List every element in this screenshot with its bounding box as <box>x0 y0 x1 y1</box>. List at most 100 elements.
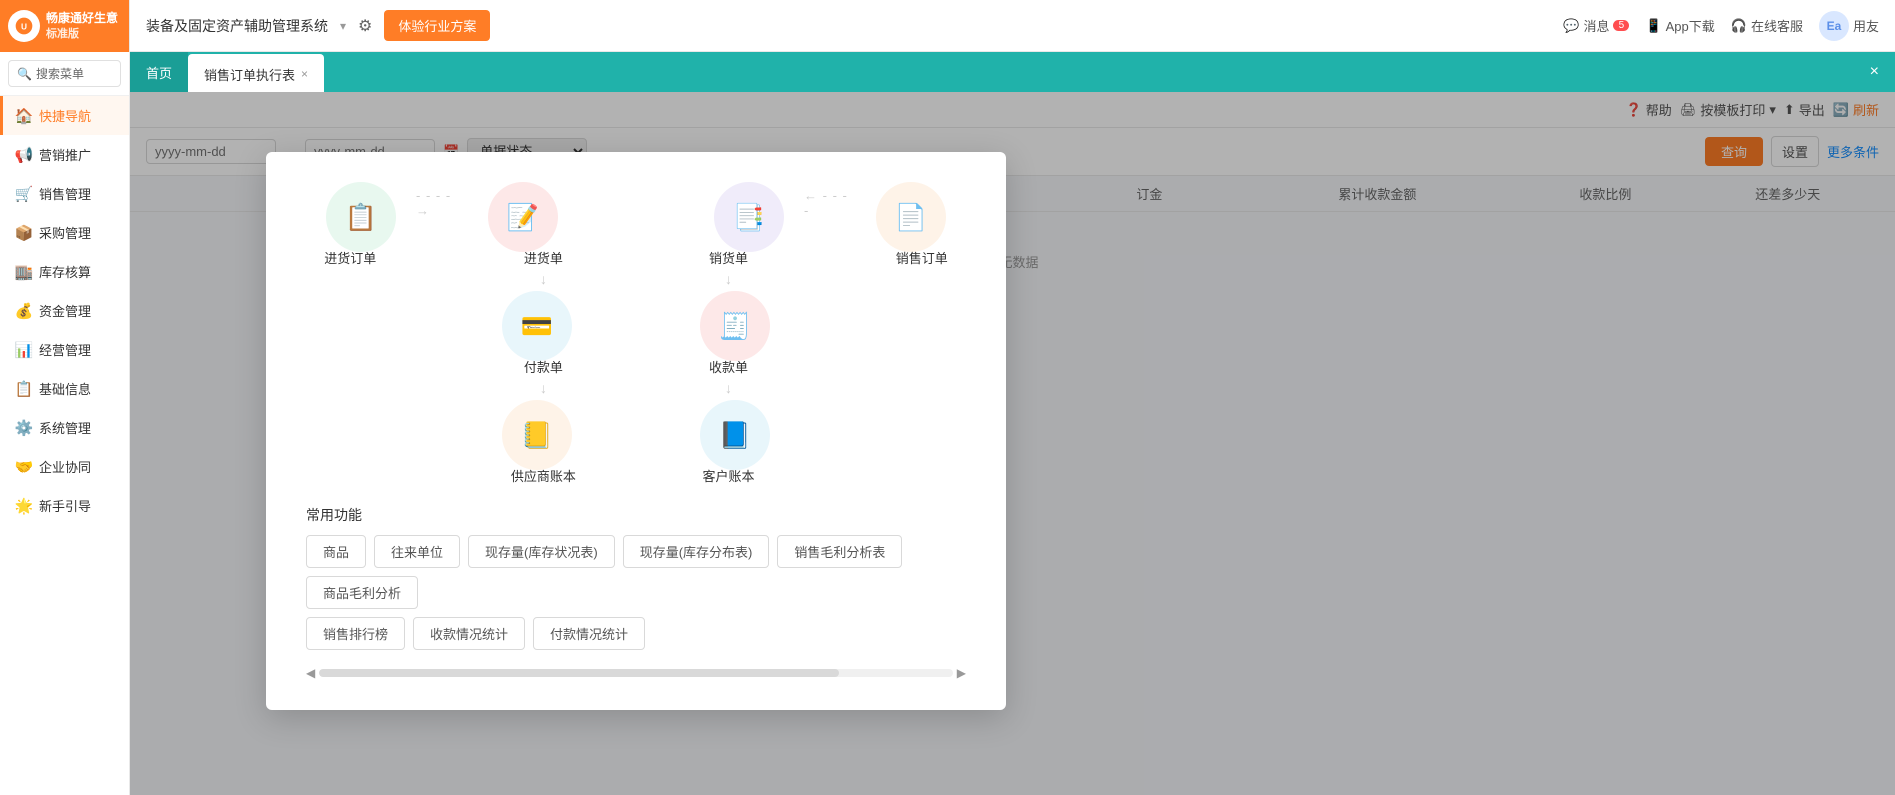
tab-home[interactable]: 首页 <box>130 52 188 92</box>
topbar-right: 💬 消息 5 📱 App下载 🎧 在线客服 Ea 用友 <box>1563 11 1879 41</box>
scroll-left-btn[interactable]: ◀ <box>306 666 315 680</box>
trial-btn[interactable]: 体验行业方案 <box>384 10 490 41</box>
payment-bill-circle: 💳 <box>502 291 572 361</box>
tab-close-icon[interactable]: × <box>301 67 308 81</box>
flow-node-sales-bill[interactable]: 📑 <box>714 182 784 252</box>
sidebar-item-marketing[interactable]: 📢 营销推广 <box>0 135 129 174</box>
download-icon: 📱 <box>1645 18 1661 34</box>
sidebar-item-purchase[interactable]: 📦 采购管理 <box>0 213 129 252</box>
sales-icon: 🛒 <box>15 185 33 203</box>
sidebar-item-system[interactable]: ⚙️ 系统管理 <box>0 408 129 447</box>
sidebar-item-finance[interactable]: 💰 资金管理 <box>0 291 129 330</box>
flow-modal: 📋 - - - - → 📝 <box>266 152 1006 710</box>
collab-icon: 🤝 <box>15 458 33 476</box>
arrow-sales-order-to-bill: ← - - - - <box>804 188 856 218</box>
label-payment-bill: 付款单 <box>499 357 588 376</box>
purchase-icon: 📦 <box>15 224 33 242</box>
content-area: ❓ 帮助 🖨 按模板打印 ▾ ⬆ 导出 🔄 刷新 <box>130 92 1895 795</box>
label-customer-ledger: 客户账本 <box>684 466 773 485</box>
flow-node-sales-order[interactable]: 📄 <box>876 182 946 252</box>
marketing-icon: 📢 <box>15 146 33 164</box>
common-btn-product[interactable]: 商品 <box>306 535 366 568</box>
scrollbar-track[interactable] <box>319 669 953 677</box>
common-btn-sales-ranking[interactable]: 销售排行榜 <box>306 617 405 650</box>
flow-node-receipt-bill[interactable]: 🧾 <box>700 291 770 361</box>
finance-icon: 💰 <box>15 302 33 320</box>
operations-icon: 📊 <box>15 341 33 359</box>
search-icon: 🔍 <box>17 67 32 81</box>
customer-ledger-circle: 📘 <box>700 400 770 470</box>
topbar-title: 装备及固定资产辅助管理系统 <box>146 16 328 36</box>
search-menu-button[interactable]: 🔍 搜索菜单 <box>8 60 121 87</box>
common-btn-product-margin[interactable]: 商品毛利分析 <box>306 576 418 609</box>
common-functions-title: 常用功能 <box>306 505 966 525</box>
flow-node-customer-ledger[interactable]: 📘 <box>700 400 770 470</box>
common-btn-stock-dist[interactable]: 现存量(库存分布表) <box>623 535 770 568</box>
purchase-order-circle: 📋 <box>326 182 396 252</box>
arrow-down-payment: ↓ <box>499 380 588 396</box>
online-service-btn[interactable]: 🎧 在线客服 <box>1731 16 1803 35</box>
topbar-settings-icon[interactable]: ⚙ <box>358 16 372 36</box>
sidebar-item-quick-nav[interactable]: 🏠 快捷导航 <box>0 96 129 135</box>
message-badge: 5 <box>1613 20 1629 31</box>
message-icon: 💬 <box>1563 18 1579 34</box>
sidebar: U 畅康通好生意 标准版 🔍 搜索菜单 🏠 快捷导航 📢 营销推广 <box>0 0 130 795</box>
logo-text: 畅康通好生意 标准版 <box>46 11 118 41</box>
label-receipt-bill: 收款单 <box>684 357 773 376</box>
sidebar-item-sales[interactable]: 🛒 销售管理 <box>0 174 129 213</box>
arrow-down-sales-bill: ↓ <box>684 271 773 287</box>
label-sales-bill: 销货单 <box>684 248 773 267</box>
inventory-icon: 🏬 <box>15 263 33 281</box>
sidebar-item-basic-info[interactable]: 📋 基础信息 <box>0 369 129 408</box>
common-btn-stock-status[interactable]: 现存量(库存状况表) <box>468 535 615 568</box>
main-area: 装备及固定资产辅助管理系统 ▾ ⚙ 体验行业方案 💬 消息 5 📱 App下载 … <box>130 0 1895 795</box>
sidebar-logo: U 畅康通好生意 标准版 <box>0 0 129 52</box>
common-buttons-row1: 商品 往来单位 现存量(库存状况表) 现存量(库存分布表) 销售毛利分析表 商品… <box>306 535 966 609</box>
common-btn-receipt-stats[interactable]: 收款情况统计 <box>413 617 525 650</box>
modal-overlay[interactable]: 📋 - - - - → 📝 <box>130 92 1895 795</box>
scroll-right-btn[interactable]: ▶ <box>957 666 966 680</box>
common-btn-sales-margin[interactable]: 销售毛利分析表 <box>777 535 902 568</box>
sidebar-item-collab[interactable]: 🤝 企业协同 <box>0 447 129 486</box>
sidebar-item-inventory[interactable]: 🏬 库存核算 <box>0 252 129 291</box>
svg-text:U: U <box>21 21 27 31</box>
sidebar-search-section: 🔍 搜索菜单 <box>0 52 129 96</box>
purchase-bill-circle: 📝 <box>488 182 558 252</box>
common-btn-partner[interactable]: 往来单位 <box>374 535 460 568</box>
system-icon: ⚙️ <box>15 419 33 437</box>
receipt-bill-circle: 🧾 <box>700 291 770 361</box>
tab-sales-order-exec[interactable]: 销售订单执行表 × <box>188 54 324 94</box>
user-menu[interactable]: Ea 用友 <box>1819 11 1879 41</box>
sales-order-circle: 📄 <box>876 182 946 252</box>
modal-body: 📋 - - - - → 📝 <box>266 152 1006 710</box>
common-btn-payment-stats[interactable]: 付款情况统计 <box>533 617 645 650</box>
flow-node-purchase-bill[interactable]: 📝 <box>488 182 558 252</box>
tabbar-close-btn[interactable]: × <box>1854 63 1895 81</box>
message-btn[interactable]: 💬 消息 5 <box>1563 16 1629 35</box>
flow-node-purchase-order[interactable]: 📋 <box>326 182 396 252</box>
sidebar-item-guide[interactable]: 🌟 新手引导 <box>0 486 129 525</box>
label-purchase-bill: 进货单 <box>499 248 588 267</box>
basic-info-icon: 📋 <box>15 380 33 398</box>
label-supplier-ledger: 供应商账本 <box>499 466 588 485</box>
topbar: 装备及固定资产辅助管理系统 ▾ ⚙ 体验行业方案 💬 消息 5 📱 App下载 … <box>130 0 1895 52</box>
home-icon: 🏠 <box>15 107 33 125</box>
flow-node-supplier-ledger[interactable]: 📒 <box>502 400 572 470</box>
flow-node-payment-bill[interactable]: 💳 <box>502 291 572 361</box>
label-sales-order: 销售订单 <box>877 248 966 267</box>
topbar-dropdown-arrow[interactable]: ▾ <box>340 19 346 33</box>
guide-icon: 🌟 <box>15 497 33 515</box>
common-buttons-row2: 销售排行榜 收款情况统计 付款情况统计 <box>306 617 966 650</box>
arrow-purchase-order-to-bill: - - - - → <box>416 188 468 218</box>
avatar: Ea <box>1819 11 1849 41</box>
arrow-down-purchase-bill: ↓ <box>499 271 588 287</box>
sales-bill-circle: 📑 <box>714 182 784 252</box>
scrollbar-thumb <box>319 669 838 677</box>
app-download-btn[interactable]: 📱 App下载 <box>1645 16 1714 35</box>
tabbar: 首页 销售订单执行表 × × <box>130 52 1895 92</box>
logo-icon: U <box>8 10 40 42</box>
arrow-down-receipt: ↓ <box>684 380 773 396</box>
service-icon: 🎧 <box>1731 18 1747 34</box>
label-purchase-order: 进货订单 <box>306 248 395 267</box>
sidebar-item-operations[interactable]: 📊 经营管理 <box>0 330 129 369</box>
